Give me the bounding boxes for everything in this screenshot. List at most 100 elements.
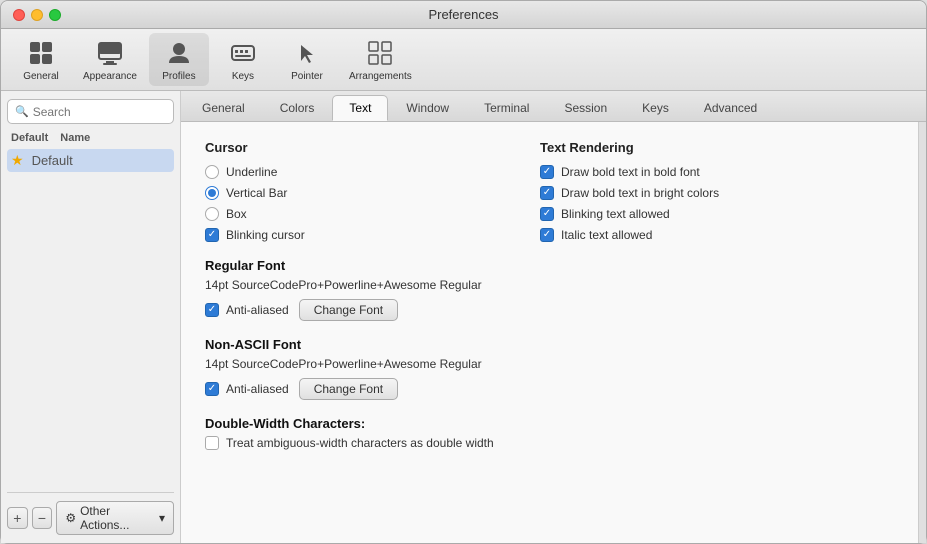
tab-keys[interactable]: Keys xyxy=(625,95,686,121)
other-actions-label: Other Actions... xyxy=(80,504,155,532)
blinking-cursor-checkbox[interactable] xyxy=(205,228,219,242)
regular-anti-aliased-checkbox[interactable] xyxy=(205,303,219,317)
right-panel: General Colors Text Window Terminal Sess… xyxy=(181,91,926,543)
toolbar-keys[interactable]: Keys xyxy=(213,33,273,86)
underline-radio[interactable] xyxy=(205,165,219,179)
scrollbar-track[interactable] xyxy=(918,122,926,543)
italic-text-option[interactable]: Italic text allowed xyxy=(540,228,894,242)
regular-font-controls: Anti-aliased Change Font xyxy=(205,299,500,321)
toolbar-profiles[interactable]: Profiles xyxy=(149,33,209,86)
bold-bright-label: Draw bold text in bright colors xyxy=(561,186,719,200)
toolbar-arrangements-label: Arrangements xyxy=(349,71,412,82)
box-option[interactable]: Box xyxy=(205,207,500,221)
cursor-column: Cursor Underline Vertical Bar xyxy=(205,140,500,457)
toolbar-pointer[interactable]: Pointer xyxy=(277,33,337,86)
bold-bold-label: Draw bold text in bold font xyxy=(561,165,700,179)
double-width-label: Treat ambiguous-width characters as doub… xyxy=(226,436,494,450)
double-width-checkbox[interactable] xyxy=(205,436,219,450)
non-ascii-anti-aliased-checkbox[interactable] xyxy=(205,382,219,396)
double-width-option[interactable]: Treat ambiguous-width characters as doub… xyxy=(205,436,500,450)
title-bar: Preferences xyxy=(1,1,926,29)
other-actions-button[interactable]: ⚙ Other Actions... ▾ xyxy=(56,501,174,535)
tab-text[interactable]: Text xyxy=(332,95,388,121)
underline-option[interactable]: Underline xyxy=(205,165,500,179)
tab-window[interactable]: Window xyxy=(389,95,466,121)
vertical-bar-radio[interactable] xyxy=(205,186,219,200)
toolbar-appearance[interactable]: Appearance xyxy=(75,33,145,86)
tab-bar: General Colors Text Window Terminal Sess… xyxy=(181,91,926,122)
traffic-lights xyxy=(13,9,61,21)
preferences-window: Preferences General xyxy=(0,0,927,544)
regular-font-title: Regular Font xyxy=(205,258,500,273)
italic-text-label: Italic text allowed xyxy=(561,228,652,242)
toolbar-pointer-label: Pointer xyxy=(291,71,323,82)
non-ascii-font-controls: Anti-aliased Change Font xyxy=(205,378,500,400)
content-wrapper: Cursor Underline Vertical Bar xyxy=(181,122,926,543)
tab-terminal[interactable]: Terminal xyxy=(467,95,546,121)
cursor-section-title: Cursor xyxy=(205,140,500,155)
gear-icon: ⚙ xyxy=(65,511,76,525)
main-content: 🔍 ✕ Default Name ★ Default + − ⚙ Other A… xyxy=(1,91,926,543)
tab-advanced[interactable]: Advanced xyxy=(687,95,774,121)
regular-font-section: Regular Font 14pt SourceCodePro+Powerlin… xyxy=(205,258,500,321)
non-ascii-font-title: Non-ASCII Font xyxy=(205,337,500,352)
bold-bright-option[interactable]: Draw bold text in bright colors xyxy=(540,186,894,200)
underline-label: Underline xyxy=(226,165,277,179)
box-radio[interactable] xyxy=(205,207,219,221)
bold-bold-checkbox[interactable] xyxy=(540,165,554,179)
non-ascii-font-section: Non-ASCII Font 14pt SourceCodePro+Powerl… xyxy=(205,337,500,400)
toolbar-arrangements[interactable]: Arrangements xyxy=(341,33,420,86)
vertical-bar-label: Vertical Bar xyxy=(226,186,287,200)
toolbar-general[interactable]: General xyxy=(11,33,71,86)
double-width-section: Double-Width Characters: Treat ambiguous… xyxy=(205,416,500,450)
arrangements-icon xyxy=(364,37,396,69)
add-profile-button[interactable]: + xyxy=(7,507,28,529)
tab-session[interactable]: Session xyxy=(547,95,624,121)
sidebar-column-headers: Default Name xyxy=(7,130,174,146)
tab-colors[interactable]: Colors xyxy=(263,95,332,121)
appearance-icon xyxy=(94,37,126,69)
bold-bold-option[interactable]: Draw bold text in bold font xyxy=(540,165,894,179)
search-input[interactable] xyxy=(33,105,188,119)
regular-anti-aliased-option[interactable]: Anti-aliased xyxy=(205,303,289,317)
double-width-title: Double-Width Characters: xyxy=(205,416,500,431)
non-ascii-change-font-button[interactable]: Change Font xyxy=(299,378,398,400)
keys-icon xyxy=(227,37,259,69)
toolbar-keys-label: Keys xyxy=(232,71,254,82)
blinking-text-option[interactable]: Blinking text allowed xyxy=(540,207,894,221)
remove-profile-button[interactable]: − xyxy=(32,507,53,529)
default-column-header: Default xyxy=(11,132,48,144)
non-ascii-anti-aliased-label: Anti-aliased xyxy=(226,382,289,396)
list-item[interactable]: ★ Default xyxy=(7,149,174,172)
profiles-icon xyxy=(163,37,195,69)
window-title: Preferences xyxy=(428,7,498,22)
non-ascii-anti-aliased-option[interactable]: Anti-aliased xyxy=(205,382,289,396)
toolbar: General Appearance Profiles xyxy=(1,29,926,91)
close-button[interactable] xyxy=(13,9,25,21)
pointer-icon xyxy=(291,37,323,69)
sidebar: 🔍 ✕ Default Name ★ Default + − ⚙ Other A… xyxy=(1,91,181,543)
search-icon: 🔍 xyxy=(15,105,29,118)
blinking-cursor-option[interactable]: Blinking cursor xyxy=(205,228,500,242)
regular-anti-aliased-label: Anti-aliased xyxy=(226,303,289,317)
minimize-button[interactable] xyxy=(31,9,43,21)
regular-change-font-button[interactable]: Change Font xyxy=(299,299,398,321)
maximize-button[interactable] xyxy=(49,9,61,21)
bold-bright-checkbox[interactable] xyxy=(540,186,554,200)
content-columns: Cursor Underline Vertical Bar xyxy=(205,140,894,457)
sidebar-bottom-bar: + − ⚙ Other Actions... ▾ xyxy=(7,492,174,535)
toolbar-general-label: General xyxy=(23,71,59,82)
blinking-text-checkbox[interactable] xyxy=(540,207,554,221)
search-box[interactable]: 🔍 ✕ xyxy=(7,99,174,124)
box-label: Box xyxy=(226,207,247,221)
general-icon xyxy=(25,37,57,69)
profile-name: Default xyxy=(32,153,73,168)
italic-text-checkbox[interactable] xyxy=(540,228,554,242)
text-rendering-section-title: Text Rendering xyxy=(540,140,894,155)
tab-general[interactable]: General xyxy=(185,95,262,121)
blinking-text-label: Blinking text allowed xyxy=(561,207,670,221)
content-area: Cursor Underline Vertical Bar xyxy=(181,122,918,543)
vertical-bar-option[interactable]: Vertical Bar xyxy=(205,186,500,200)
regular-font-desc: 14pt SourceCodePro+Powerline+Awesome Reg… xyxy=(205,278,500,292)
toolbar-appearance-label: Appearance xyxy=(83,71,137,82)
